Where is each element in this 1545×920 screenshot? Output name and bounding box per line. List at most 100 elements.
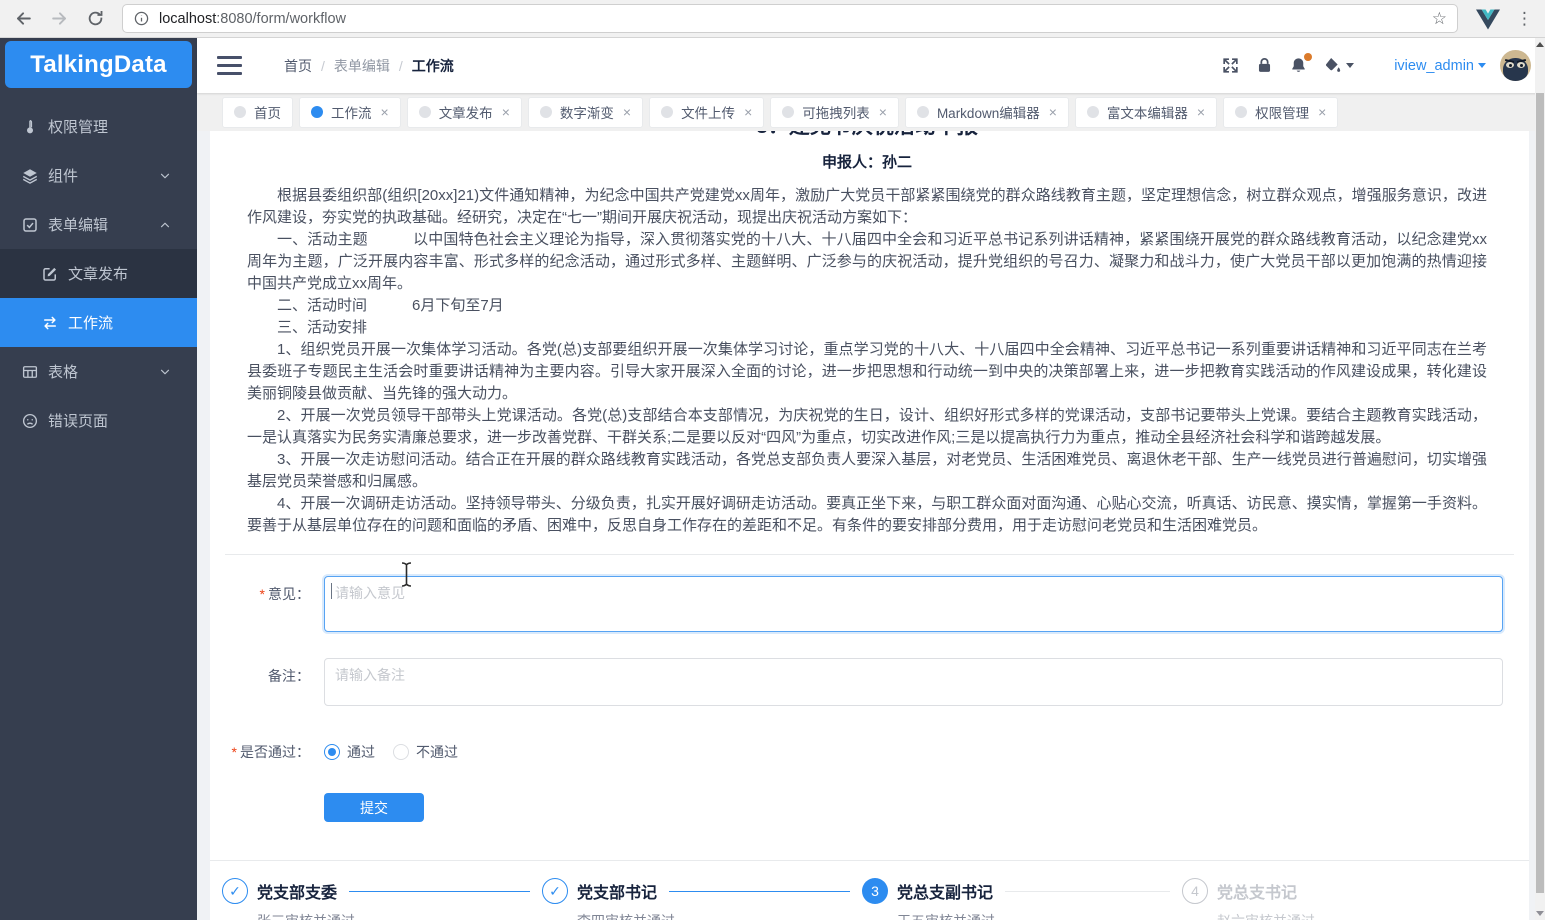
reload-icon[interactable] [84, 8, 106, 30]
notification-bell-icon[interactable] [1289, 53, 1313, 75]
pass-radio-group: 通过 不通过 [324, 742, 476, 762]
tab-label: 富文本编辑器 [1106, 106, 1188, 121]
tab-dot-icon [311, 106, 323, 118]
document-title: 8：建党节庆祝活动申报 [247, 131, 1487, 142]
app-logo[interactable]: TalkingData [5, 41, 192, 88]
content-area: 8：建党节庆祝活动申报 申报人：孙二 根据县委组织部(组织[20xx]21)文件… [197, 131, 1545, 920]
sidebar-item-文章发布[interactable]: 文章发布 [0, 249, 197, 298]
sidebar-item-label: 权限管理 [48, 119, 109, 136]
tab-close-icon[interactable]: × [381, 105, 389, 119]
tab-工作流[interactable]: 工作流 × [299, 96, 401, 128]
opinion-row: * 意见： [210, 576, 1503, 632]
scrollbar-thumb[interactable] [1536, 93, 1544, 893]
document-applicant: 申报人：孙二 [821, 154, 912, 171]
tab-dot-icon [782, 106, 795, 118]
sidebar-item-权限管理[interactable]: 权限管理 [0, 102, 197, 151]
chevron-down-icon [159, 170, 171, 182]
theme-caret-icon[interactable] [1346, 63, 1355, 68]
tab-label: 可拖拽列表 [802, 106, 870, 121]
step-党支部书记: ✓ 党支部书记李四审核并通过 [542, 878, 862, 920]
tab-dot-icon [916, 106, 929, 118]
step-connector [1005, 890, 1170, 892]
browser-menu-icon[interactable]: ⋮ [1516, 9, 1533, 29]
tab-富文本编辑器[interactable]: 富文本编辑器 × [1074, 96, 1218, 128]
sidebar-item-组件[interactable]: 组件 [0, 151, 197, 200]
breadcrumb-separator: / [321, 57, 325, 74]
tab-label: 文件上传 [681, 106, 736, 121]
sidebar-item-工作流[interactable]: 工作流 [0, 298, 197, 347]
tab-文件上传[interactable]: 文件上传 × [649, 96, 765, 128]
step-title: 党支部书记 [577, 885, 658, 902]
document-paragraph: 二、活动时间 6月下旬至7月 [277, 297, 504, 314]
breadcrumb-item[interactable]: 表单编辑 [334, 56, 390, 76]
url-bar[interactable]: localhost:8080/form/workflow ☆ [122, 4, 1458, 33]
step-党总支书记: 4 党总支书记赵六审核并通过 [1182, 878, 1509, 920]
screen: localhost:8080/form/workflow ☆ ⋮ Talking… [0, 0, 1545, 920]
tab-close-icon[interactable]: × [623, 105, 631, 119]
thermometer-icon [21, 118, 39, 136]
radio-label[interactable]: 通过 [347, 742, 375, 762]
submit-button[interactable]: 提交 [324, 793, 424, 822]
workflow-card: 8：建党节庆祝活动申报 申报人：孙二 根据县委组织部(组织[20xx]21)文件… [210, 131, 1529, 920]
sad-face-icon [21, 412, 39, 430]
tab-label: 工作流 [331, 106, 372, 121]
tab-Markdown编辑器[interactable]: Markdown编辑器 × [904, 96, 1069, 128]
sidebar-item-表格[interactable]: 表格 [0, 347, 197, 396]
radio-不通过[interactable] [393, 744, 409, 760]
tab-close-icon[interactable]: × [744, 105, 752, 119]
user-menu[interactable]: iview_admin [1394, 58, 1486, 74]
scrollbar[interactable] [1535, 38, 1545, 920]
username: iview_admin [1394, 57, 1474, 74]
tab-dot-icon [418, 106, 431, 118]
radio-通过[interactable] [324, 744, 340, 760]
avatar[interactable] [1500, 50, 1531, 81]
tab-close-icon[interactable]: × [1318, 105, 1326, 119]
tab-label: 首页 [254, 106, 281, 121]
tab-文章发布[interactable]: 文章发布 × [406, 96, 522, 128]
step-head: ✓ 党支部书记 [542, 878, 862, 904]
approval-steps: ✓党支部支委张三审核并通过✓党支部书记李四审核并通过3党总支副书记王五审核并通过… [210, 860, 1529, 920]
chevron-up-icon [159, 219, 171, 231]
scroll-up-arrow[interactable] [1536, 42, 1544, 47]
step-党支部支委: ✓ 党支部支委张三审核并通过 [222, 878, 542, 920]
tab-首页[interactable]: 首页 [222, 96, 293, 128]
back-icon[interactable] [12, 8, 34, 30]
sidebar-item-表单编辑[interactable]: 表单编辑 [0, 200, 197, 249]
radio-label[interactable]: 不通过 [416, 742, 458, 762]
vue-devtools-icon[interactable] [1476, 9, 1500, 29]
step-check-icon: ✓ [542, 878, 568, 904]
remark-row: 备注： [210, 658, 1503, 706]
step-check-icon: ✓ [222, 878, 248, 904]
tab-可拖拽列表[interactable]: 可拖拽列表 × [770, 96, 899, 128]
breadcrumb-item: 工作流 [411, 57, 454, 74]
opinion-textarea[interactable] [324, 576, 1503, 632]
lock-icon[interactable] [1255, 56, 1274, 75]
tab-dot-icon [539, 106, 552, 118]
layers-icon [21, 167, 39, 185]
breadcrumb-item[interactable]: 首页 [284, 56, 312, 76]
tab-权限管理[interactable]: 权限管理 × [1223, 96, 1339, 128]
open-tabs-bar: 首页 工作流 × 文章发布 × 数字渐变 × 文件上传 × 可拖拽列表 × Markdown编辑器 × 富… [197, 93, 1545, 131]
swap-icon [41, 314, 59, 332]
collapse-menu-icon[interactable] [217, 56, 242, 75]
sidebar-item-错误页面[interactable]: 错误页面 [0, 396, 197, 445]
tab-label: 权限管理 [1255, 106, 1310, 121]
page-info-icon[interactable] [133, 10, 150, 27]
tab-close-icon[interactable]: × [1049, 105, 1057, 119]
tab-数字渐变[interactable]: 数字渐变 × [527, 96, 644, 128]
tab-close-icon[interactable]: × [502, 105, 510, 119]
url-text: localhost:8080/form/workflow [159, 10, 346, 27]
scroll-down-arrow[interactable] [1536, 911, 1544, 916]
fullscreen-icon[interactable] [1221, 56, 1240, 75]
remark-textarea[interactable] [324, 658, 1503, 706]
document-paragraph: 一、活动主题 以中国特色社会主义理论为指导，深入贯彻落实党的十八大、十八届四中全… [247, 231, 1487, 292]
tab-close-icon[interactable]: × [1197, 105, 1205, 119]
tab-close-icon[interactable]: × [879, 105, 887, 119]
checkbox-icon [21, 216, 39, 234]
step-description: 张三审核并通过 [257, 911, 542, 920]
bookmark-star-icon[interactable]: ☆ [1432, 9, 1447, 29]
top-header: 首页 / 表单编辑 / 工作流 iview_admin [197, 38, 1545, 93]
theme-fill-icon[interactable] [1323, 56, 1342, 75]
forward-icon[interactable] [48, 8, 70, 30]
document-paragraph: 2、开展一次党员领导干部带头上党课活动。各党(总)支部结合本支部情况，为庆祝党的… [247, 407, 1487, 446]
